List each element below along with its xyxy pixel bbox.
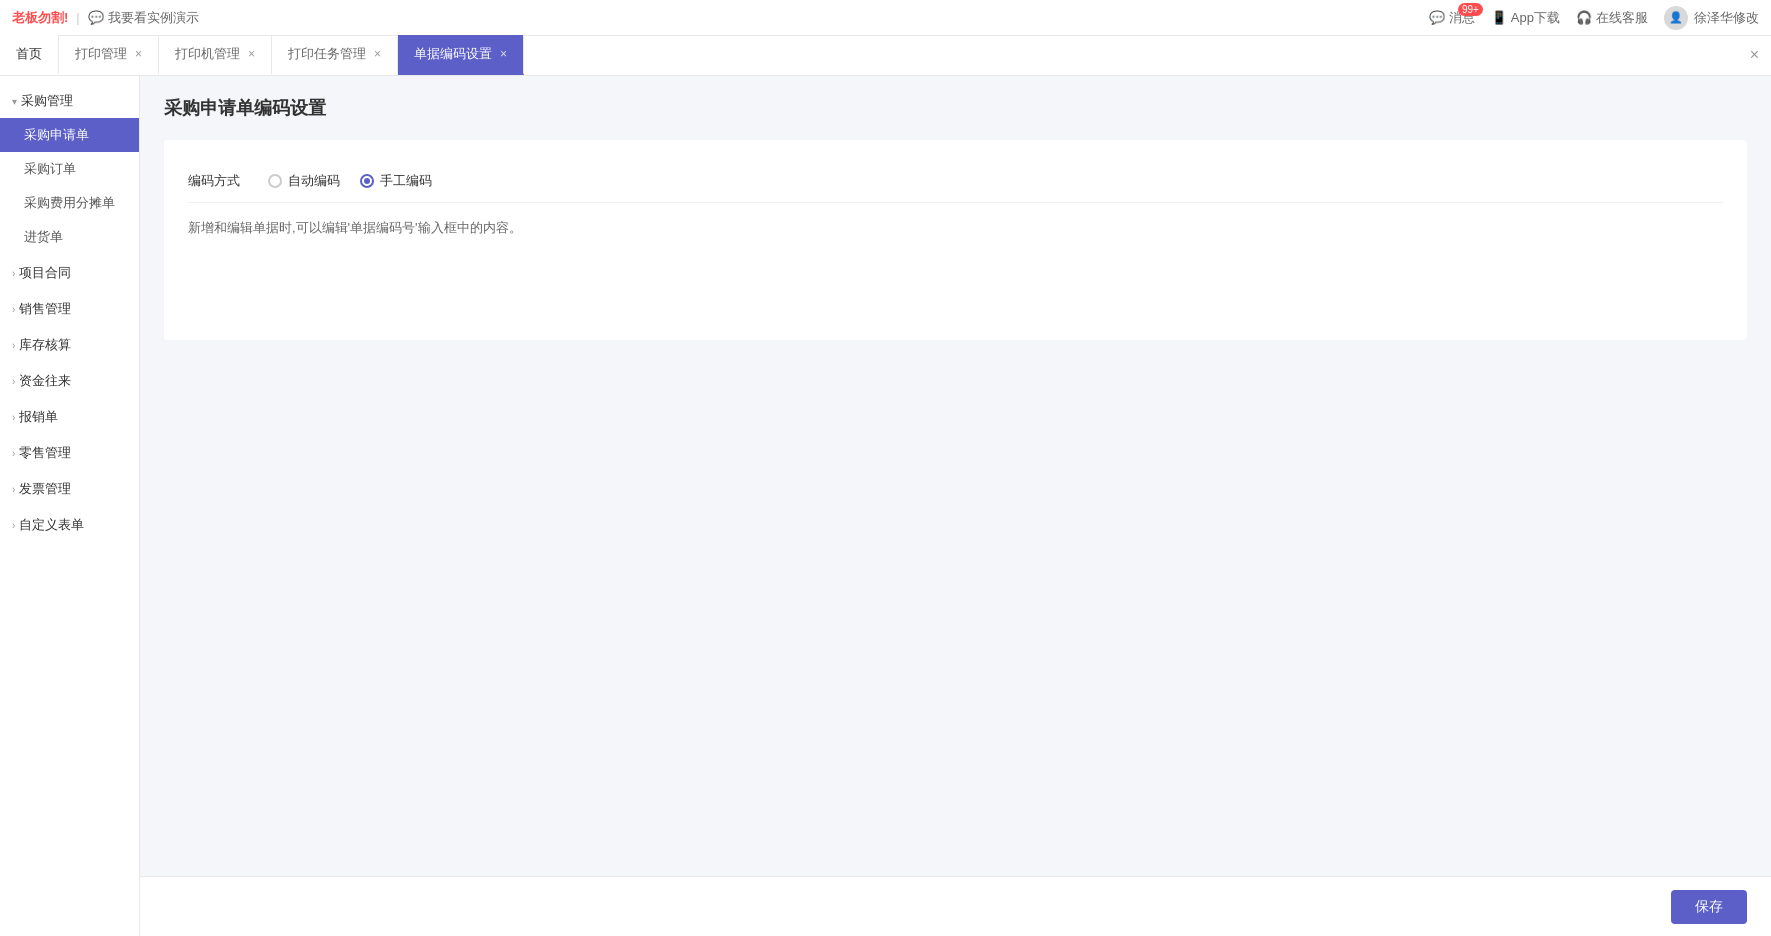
sidebar-group-capital: › 资金往来 (0, 364, 139, 398)
sidebar-group-retail: › 零售管理 (0, 436, 139, 470)
radio-auto-circle (268, 174, 282, 188)
tab-print-management-label: 打印管理 (75, 45, 127, 63)
encoding-label: 编码方式 (188, 172, 248, 190)
radio-auto-encoding[interactable]: 自动编码 (268, 172, 340, 190)
sidebar-group-purchase-title[interactable]: ▾ 采购管理 (0, 84, 139, 118)
message-badge: 99+ (1458, 3, 1483, 16)
sidebar: ▾ 采购管理 采购申请单 采购订单 采购费用分摊单 进货单 › 项目合同 (0, 76, 140, 936)
tab-printer-management-label: 打印机管理 (175, 45, 240, 63)
headset-icon: 🎧 (1576, 10, 1592, 25)
sidebar-item-purchase-request-label: 采购申请单 (24, 127, 89, 142)
demo-link[interactable]: 💬 我要看实例演示 (88, 9, 199, 27)
tab-printer-management[interactable]: 打印机管理 × (159, 35, 272, 75)
tab-bar-close-button[interactable]: × (1738, 35, 1771, 75)
tab-print-management[interactable]: 打印管理 × (59, 35, 159, 75)
sidebar-group-returns: › 报销单 (0, 400, 139, 434)
top-bar-logo: 老板勿割! (12, 9, 68, 27)
tab-single-code-label: 单据编码设置 (414, 45, 492, 63)
sidebar-item-purchase-order-label: 采购订单 (24, 161, 76, 176)
chevron-right-icon: › (12, 268, 15, 279)
content-body: 采购申请单编码设置 编码方式 自动编码 手工编码 (140, 76, 1771, 876)
sidebar-group-invoice-title[interactable]: › 发票管理 (0, 472, 139, 506)
sidebar-group-custom-form-label: 自定义表单 (19, 516, 84, 534)
sidebar-group-sales: › 销售管理 (0, 292, 139, 326)
top-bar-left: 老板勿割! | 💬 我要看实例演示 (12, 9, 199, 27)
chevron-right-icon-8: › (12, 520, 15, 531)
sidebar-group-sales-title[interactable]: › 销售管理 (0, 292, 139, 326)
sidebar-group-custom-form-title[interactable]: › 自定义表单 (0, 508, 139, 542)
content-area: 采购申请单编码设置 编码方式 自动编码 手工编码 (140, 76, 1771, 936)
tab-bar: 首页 打印管理 × 打印机管理 × 打印任务管理 × 单据编码设置 × × (0, 36, 1771, 76)
sidebar-item-purchase-expense[interactable]: 采购费用分摊单 (0, 186, 139, 220)
sidebar-group-inventory-label: 库存核算 (19, 336, 71, 354)
radio-auto-label: 自动编码 (288, 172, 340, 190)
sidebar-group-invoice-label: 发票管理 (19, 480, 71, 498)
sidebar-group-project-title[interactable]: › 项目合同 (0, 256, 139, 290)
chevron-down-icon: ▾ (12, 96, 17, 107)
sidebar-group-sales-label: 销售管理 (19, 300, 71, 318)
radio-manual-circle (360, 174, 374, 188)
chevron-right-icon-4: › (12, 376, 15, 387)
sidebar-item-stock-in-label: 进货单 (24, 229, 63, 244)
chevron-right-icon-6: › (12, 448, 15, 459)
sidebar-item-stock-in[interactable]: 进货单 (0, 220, 139, 254)
content-footer: 保存 (140, 876, 1771, 936)
top-bar: 老板勿割! | 💬 我要看实例演示 💬 消息 99+ 📱 App下载 🎧 在线客… (0, 0, 1771, 36)
chevron-right-icon-7: › (12, 484, 15, 495)
user-name: 徐泽华修改 (1694, 9, 1759, 27)
save-button[interactable]: 保存 (1671, 890, 1747, 924)
sidebar-group-returns-title[interactable]: › 报销单 (0, 400, 139, 434)
sidebar-group-retail-label: 零售管理 (19, 444, 71, 462)
radio-manual-label: 手工编码 (380, 172, 432, 190)
avatar: 👤 (1664, 6, 1688, 30)
sidebar-group-custom-form: › 自定义表单 (0, 508, 139, 542)
demo-icon: 💬 (88, 10, 104, 25)
sidebar-group-purchase-label: 采购管理 (21, 92, 73, 110)
sidebar-group-project-label: 项目合同 (19, 264, 71, 282)
tab-close-print-task[interactable]: × (374, 47, 381, 61)
sidebar-group-returns-label: 报销单 (19, 408, 58, 426)
tab-close-single-code[interactable]: × (500, 47, 507, 61)
sidebar-group-inventory-title[interactable]: › 库存核算 (0, 328, 139, 362)
sidebar-item-purchase-request[interactable]: 采购申请单 (0, 118, 139, 152)
tab-close-printer-management[interactable]: × (248, 47, 255, 61)
app-download-button[interactable]: 📱 App下载 (1491, 9, 1560, 27)
message-icon: 💬 (1429, 10, 1445, 25)
radio-group: 自动编码 手工编码 (268, 172, 432, 190)
top-bar-right: 💬 消息 99+ 📱 App下载 🎧 在线客服 👤 徐泽华修改 (1429, 6, 1759, 30)
chevron-right-icon-5: › (12, 412, 15, 423)
sidebar-group-project: › 项目合同 (0, 256, 139, 290)
page-title: 采购申请单编码设置 (164, 96, 1747, 120)
app-download-icon: 📱 (1491, 10, 1507, 25)
encoding-row: 编码方式 自动编码 手工编码 (188, 160, 1723, 203)
sidebar-item-purchase-expense-label: 采购费用分摊单 (24, 195, 115, 210)
settings-card: 编码方式 自动编码 手工编码 新增和编辑单据时,可以编辑'单据编码号'输入框中的… (164, 140, 1747, 340)
customer-service-label: 在线客服 (1596, 9, 1648, 27)
main-layout: ▾ 采购管理 采购申请单 采购订单 采购费用分摊单 进货单 › 项目合同 (0, 76, 1771, 936)
hint-text: 新增和编辑单据时,可以编辑'单据编码号'输入框中的内容。 (188, 219, 1723, 237)
radio-manual-encoding[interactable]: 手工编码 (360, 172, 432, 190)
tab-print-task[interactable]: 打印任务管理 × (272, 35, 398, 75)
sidebar-group-capital-label: 资金往来 (19, 372, 71, 390)
message-button[interactable]: 💬 消息 99+ (1429, 9, 1475, 27)
user-area[interactable]: 👤 徐泽华修改 (1664, 6, 1759, 30)
tab-print-task-label: 打印任务管理 (288, 45, 366, 63)
top-bar-divider: | (76, 10, 79, 25)
sidebar-item-purchase-order[interactable]: 采购订单 (0, 152, 139, 186)
sidebar-group-invoice: › 发票管理 (0, 472, 139, 506)
tab-home-label: 首页 (16, 45, 42, 63)
sidebar-group-retail-title[interactable]: › 零售管理 (0, 436, 139, 470)
customer-service-button[interactable]: 🎧 在线客服 (1576, 9, 1648, 27)
tab-single-code[interactable]: 单据编码设置 × (398, 35, 524, 75)
tab-close-print-management[interactable]: × (135, 47, 142, 61)
demo-text: 我要看实例演示 (108, 9, 199, 27)
sidebar-group-inventory: › 库存核算 (0, 328, 139, 362)
tab-home[interactable]: 首页 (0, 35, 59, 75)
sidebar-group-purchase: ▾ 采购管理 采购申请单 采购订单 采购费用分摊单 进货单 (0, 84, 139, 254)
chevron-right-icon-2: › (12, 304, 15, 315)
sidebar-group-capital-title[interactable]: › 资金往来 (0, 364, 139, 398)
app-download-label: App下载 (1511, 9, 1560, 27)
chevron-right-icon-3: › (12, 340, 15, 351)
